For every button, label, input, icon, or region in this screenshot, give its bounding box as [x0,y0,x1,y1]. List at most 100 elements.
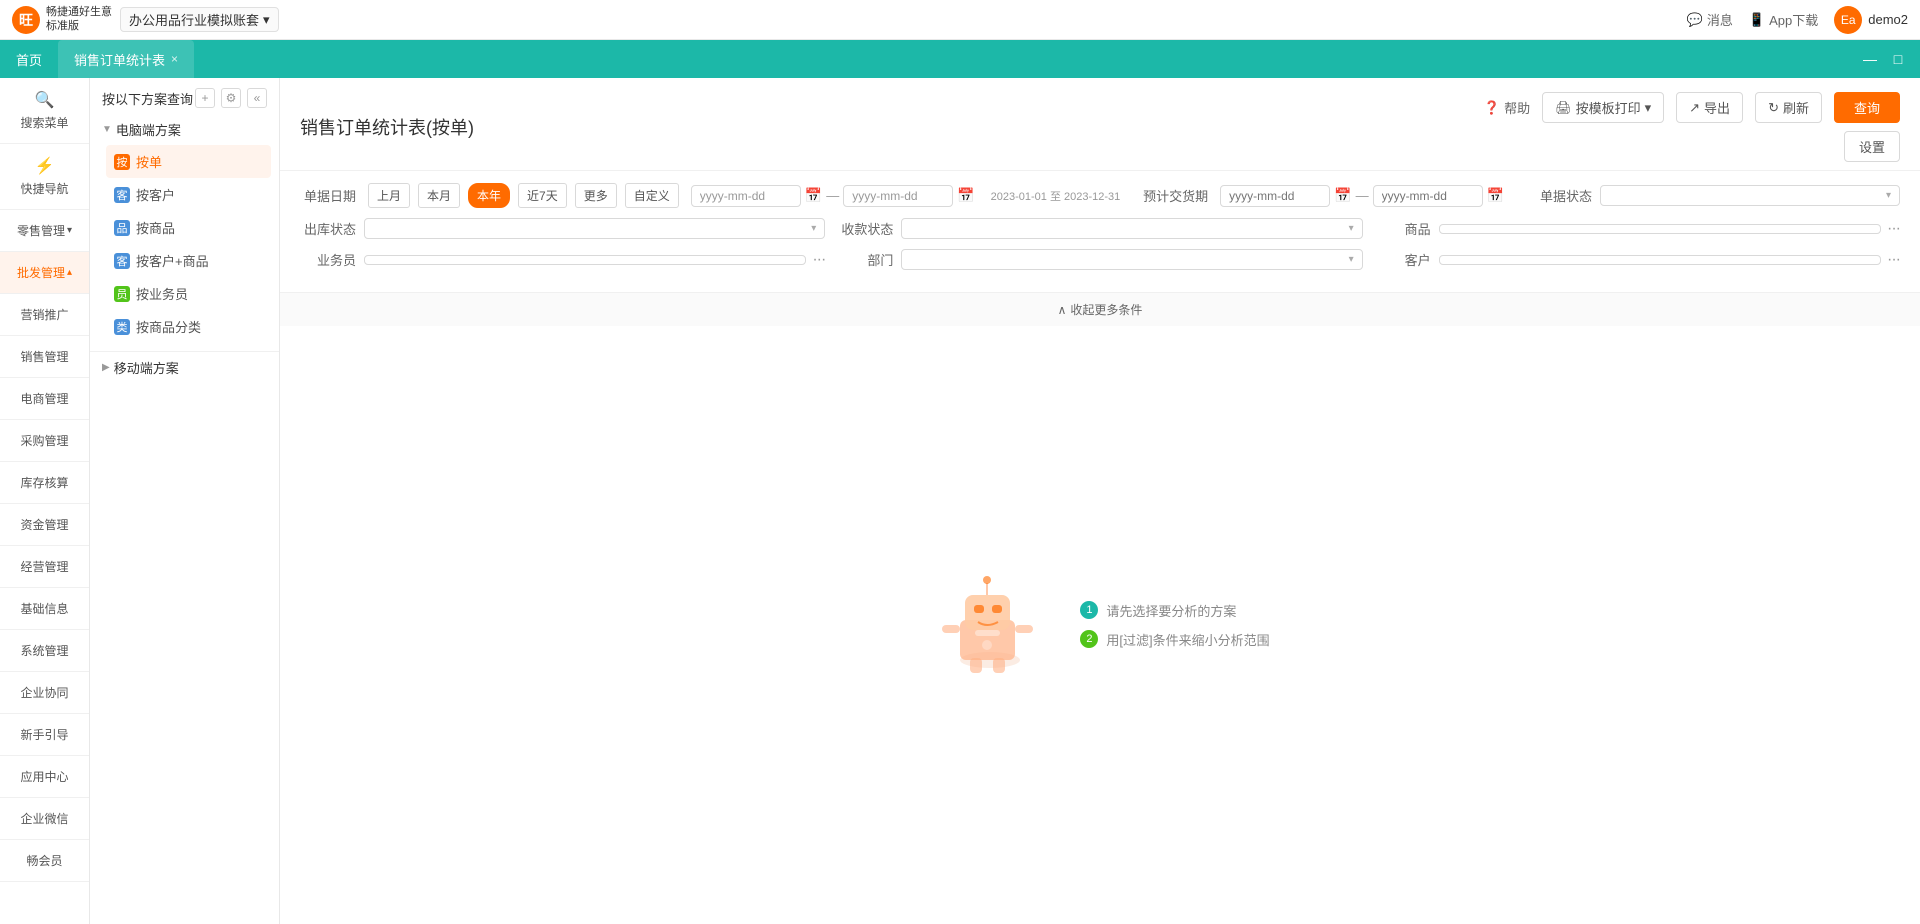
main-content: 销售订单统计表(按单) ❓ 帮助 🖨 按模板打印 ▾ ↗ [280,78,1920,924]
scheme-list-pc: 按 按单 客 按客户 品 按商品 客 按客户+商品 [98,145,271,343]
sidebar-item-ecommerce[interactable]: 电商管理 [0,378,89,420]
dept-select[interactable]: ▾ [901,249,1362,270]
sidebar-item-management[interactable]: 经营管理 [0,546,89,588]
customer-select[interactable] [1439,255,1881,265]
chevron-down-icon: ▼ [102,124,112,135]
avatar: Ea [1834,6,1862,34]
scheme-group-pc: ▼ 电脑端方案 按 按单 客 按客户 品 按商品 [90,114,279,343]
header-right-actions: ❓ 帮助 🖨 按模板打印 ▾ ↗ 导出 ↻ [1484,92,1900,162]
tab-active[interactable]: 销售订单统计表 × [58,40,194,78]
sidebar-item-basic[interactable]: 基础信息 [0,588,89,630]
chevron-down-icon: ▾ [263,12,270,28]
sidebar-item-member[interactable]: 畅会员 [0,840,89,882]
chevron-down-icon: ▾ [1349,254,1354,265]
date-btn-lastmonth[interactable]: 上月 [368,183,410,208]
logo-text: 畅捷通好生意 标准版 [46,6,112,32]
scheme-item-bycustomer[interactable]: 客 按客户 [106,178,271,211]
export-btn[interactable]: ↗ 导出 [1676,92,1743,123]
status-select[interactable]: ▾ [1600,185,1900,206]
scheme-group-header-pc[interactable]: ▼ 电脑端方案 [98,114,271,145]
date-btn-custom[interactable]: 自定义 [625,183,679,208]
sidebar-item-wechat[interactable]: 企业微信 [0,798,89,840]
sidebar-item-system[interactable]: 系统管理 [0,630,89,672]
page-title: 销售订单统计表(按单) [300,114,474,140]
calendar-end-icon[interactable]: 📅 [957,187,974,204]
scheme-panel: 按以下方案查询 + ⚙ « ▼ 电脑端方案 按 按单 [90,78,280,924]
tab-controls: — □ [1860,49,1920,69]
company-select[interactable]: 办公用品行业模拟账套 ▾ [120,7,279,32]
date-end-input[interactable] [843,185,953,207]
scheme-group-header-mobile[interactable]: ▶ 移动端方案 [98,352,271,383]
receive-status-select[interactable]: ▾ [901,218,1362,239]
refresh-btn[interactable]: ↻ 刷新 [1755,92,1822,123]
sidebar-item-quicknav[interactable]: ⚡ 快捷导航 [0,144,89,210]
date-btn-thisyear[interactable]: 本年 [468,183,510,208]
tab-maximize-btn[interactable]: □ [1888,49,1908,69]
scheme-settings-btn[interactable]: ⚙ [221,88,241,108]
main-layout: 🔍 搜索菜单 ⚡ 快捷导航 零售管理 ▾ 批发管理 ▴ 营销推广 销售管理 电商… [0,78,1920,924]
staff-label: 业务员 [300,250,356,269]
print-icon: 🖨 [1555,100,1572,116]
staff-select[interactable] [364,255,806,265]
app-download-action[interactable]: 📱 App下载 [1749,10,1818,29]
staff-more-btn[interactable]: ··· [812,251,825,269]
sidebar-item-retail[interactable]: 零售管理 ▾ [0,210,89,252]
sidebar-item-collab[interactable]: 企业协同 [0,672,89,714]
scheme-item-bycustomergoods[interactable]: 客 按客户+商品 [106,244,271,277]
date-buttons: 上月 本月 本年 近7天 更多 自定义 [368,183,679,208]
logo-area[interactable]: 旺 畅捷通好生意 标准版 [12,6,112,34]
expected-cal-start-icon[interactable]: 📅 [1334,187,1351,204]
page-actions: ❓ 帮助 🖨 按模板打印 ▾ ↗ 导出 ↻ [1484,92,1900,123]
sidebar-item-apps[interactable]: 应用中心 [0,756,89,798]
expected-end-input[interactable] [1373,185,1483,207]
user-area[interactable]: Ea demo2 [1834,6,1908,34]
setting-button[interactable]: 设置 [1844,131,1900,162]
page-header: 销售订单统计表(按单) ❓ 帮助 🖨 按模板打印 ▾ ↗ [280,78,1920,171]
tab-close-icon[interactable]: × [171,52,178,66]
help-action[interactable]: ❓ 帮助 [1484,98,1530,117]
sidebar-item-finance[interactable]: 资金管理 [0,504,89,546]
goods-select[interactable] [1439,224,1881,234]
scheme-item-bycategory[interactable]: 类 按商品分类 [106,310,271,343]
print-btn[interactable]: 🖨 按模板打印 ▾ [1542,92,1664,123]
date-separator: — [826,188,839,203]
customer-more-btn[interactable]: ··· [1887,251,1900,269]
expected-start-input[interactable] [1220,185,1330,207]
sidebar-item-wholesale[interactable]: 批发管理 ▴ [0,252,89,294]
date-btn-more[interactable]: 更多 [575,183,617,208]
tab-minimize-btn[interactable]: — [1860,49,1880,69]
export-icon: ↗ [1689,100,1700,116]
scheme-header: 按以下方案查询 + ⚙ « [90,78,279,114]
calendar-start-icon[interactable]: 📅 [805,187,822,204]
sidebar-item-inventory[interactable]: 库存核算 [0,462,89,504]
sidebar-item-marketing[interactable]: 营销推广 [0,294,89,336]
scheme-item-byorder[interactable]: 按 按单 [106,145,271,178]
tab-home[interactable]: 首页 [0,40,58,78]
scheme-item-icon: 按 [114,154,130,170]
scheme-collapse-btn[interactable]: « [247,88,267,108]
expected-cal-end-icon[interactable]: 📅 [1487,187,1504,204]
sidebar-item-sales[interactable]: 销售管理 [0,336,89,378]
sidebar-item-purchase[interactable]: 采购管理 [0,420,89,462]
date-btn-7days[interactable]: 近7天 [518,183,567,208]
query-button[interactable]: 查询 [1834,92,1900,123]
chevron-down-icon: ▾ [1886,190,1891,201]
message-action[interactable]: 💬 消息 [1687,10,1733,29]
filter-area: 单据日期 上月 本月 本年 近7天 更多 自定义 📅 — 📅 [280,171,1920,292]
empty-tip-2: 2 用[过滤]条件来缩小分析范围 [1080,630,1269,649]
chevron-right-icon: ▶ [102,362,110,373]
date-btn-thismonth[interactable]: 本月 [418,183,460,208]
scheme-item-bystaff[interactable]: 员 按业务员 [106,277,271,310]
sidebar-item-search[interactable]: 🔍 搜索菜单 [0,78,89,144]
dept-label: 部门 [837,250,893,269]
filter-row-status: 出库状态 ▾ 收款状态 ▾ 商品 [300,218,1900,239]
goods-more-btn[interactable]: ··· [1887,220,1900,238]
chevron-down-icon: ▾ [1645,100,1652,116]
ship-status-select[interactable]: ▾ [364,218,825,239]
collapse-bar[interactable]: ∧ 收起更多条件 [280,292,1920,326]
date-start-input[interactable] [691,185,801,207]
scheme-item-bygoods[interactable]: 品 按商品 [106,211,271,244]
sidebar-item-guide[interactable]: 新手引导 [0,714,89,756]
scheme-add-btn[interactable]: + [195,88,215,108]
sidebar: 🔍 搜索菜单 ⚡ 快捷导航 零售管理 ▾ 批发管理 ▴ 营销推广 销售管理 电商… [0,78,90,924]
